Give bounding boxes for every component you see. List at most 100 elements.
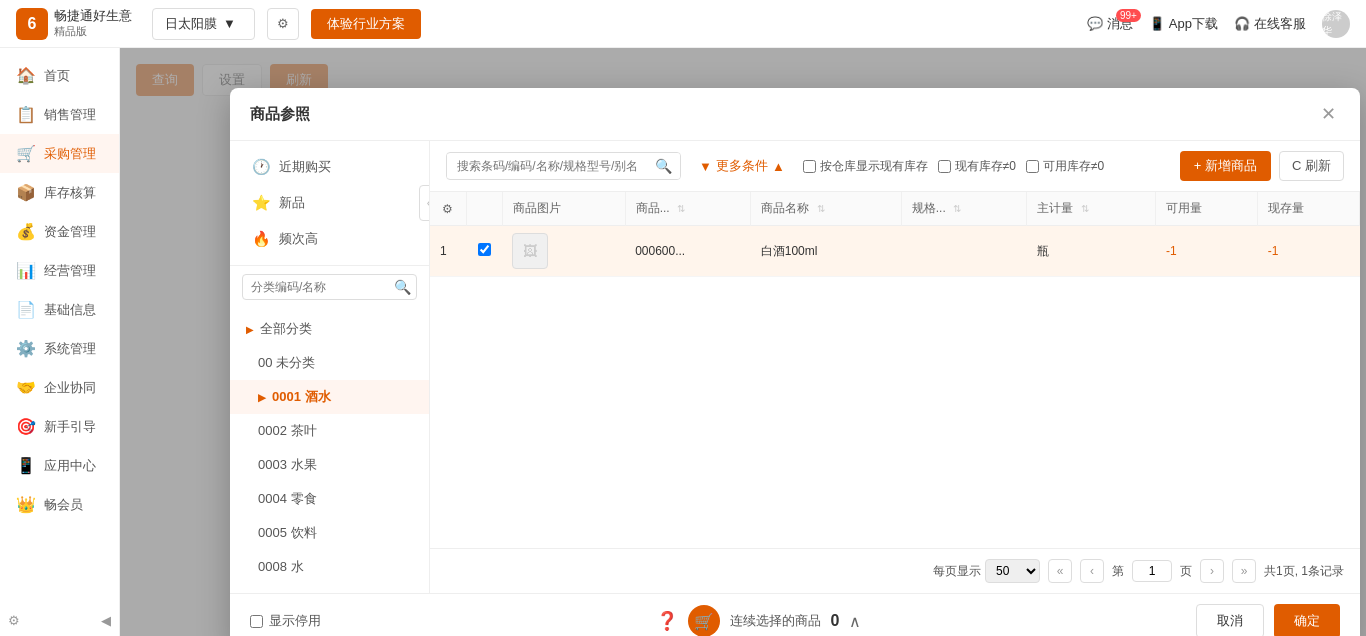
category-list: ▶ 全部分类 00 未分类 ▶ 0001 酒水 0002 茶叶 [230, 308, 429, 593]
category-0008-label: 0008 水 [258, 558, 304, 576]
available-stock-label: 可用库存≠0 [1043, 158, 1104, 175]
col-spec[interactable]: 规格... ⇅ [901, 192, 1027, 226]
high-frequency-tab[interactable]: 🔥 频次高 [242, 223, 417, 255]
category-0004[interactable]: 0004 零食 [230, 482, 429, 516]
col-available[interactable]: 可用量 [1156, 192, 1258, 226]
online-service-nav-item[interactable]: 🎧 在线客服 [1234, 15, 1306, 33]
sidebar-item-finance[interactable]: 💰 资金管理 [0, 212, 119, 251]
row-checkbox-cell[interactable] [466, 226, 502, 277]
category-0008[interactable]: 0008 水 [230, 550, 429, 584]
new-items-label: 新品 [279, 194, 305, 212]
current-stock-checkbox[interactable]: 现有库存≠0 [938, 158, 1016, 175]
add-product-button[interactable]: + 新增商品 [1180, 151, 1271, 181]
sidebar-item-operations[interactable]: 📊 经营管理 [0, 251, 119, 290]
current-stock-input[interactable] [938, 160, 951, 173]
basic-info-icon: 📄 [16, 300, 36, 319]
sidebar-settings-icon[interactable]: ⚙ [8, 613, 20, 628]
sidebar-collapse-icon[interactable]: ◀ [101, 613, 111, 628]
messages-nav-item[interactable]: 💬 消息 99+ [1087, 15, 1133, 33]
warehouse-filter-checkbox[interactable]: 按仓库显示现有库存 [803, 158, 928, 175]
modal-close-button[interactable]: ✕ [1316, 102, 1340, 126]
confirm-button[interactable]: 确定 [1274, 604, 1340, 636]
sidebar-item-inventory[interactable]: 📦 库存核算 [0, 173, 119, 212]
show-disabled-input[interactable] [250, 615, 263, 628]
col-code[interactable]: 商品... ⇅ [625, 192, 751, 226]
row-checkbox[interactable] [478, 243, 491, 256]
col-settings[interactable]: ⚙ [430, 192, 466, 226]
filter-icon: ▼ [699, 159, 712, 174]
next-page-button[interactable]: › [1200, 559, 1224, 583]
table-row[interactable]: 1 🖼 000600... [430, 226, 1360, 277]
warehouse-filter-label: 按仓库显示现有库存 [820, 158, 928, 175]
first-page-button[interactable]: « [1048, 559, 1072, 583]
prev-page-button[interactable]: ‹ [1080, 559, 1104, 583]
sidebar-item-guide[interactable]: 🎯 新手引导 [0, 407, 119, 446]
recent-purchase-label: 近期购买 [279, 158, 331, 176]
show-disabled-checkbox[interactable]: 显示停用 [250, 612, 321, 630]
new-items-tab[interactable]: ⭐ 新品 [242, 187, 417, 219]
category-0002[interactable]: 0002 茶叶 [230, 414, 429, 448]
sidebar-item-basic-info[interactable]: 📄 基础信息 [0, 290, 119, 329]
high-frequency-label: 频次高 [279, 230, 318, 248]
category-all-label: 全部分类 [260, 320, 312, 338]
message-badge: 99+ [1116, 9, 1141, 22]
col-name[interactable]: 商品名称 ⇅ [751, 192, 902, 226]
col-stock[interactable]: 现存量 [1258, 192, 1360, 226]
page-label: 第 [1112, 563, 1124, 580]
sidebar-item-inventory-label: 库存核算 [44, 184, 96, 202]
help-icon[interactable]: ❓ [656, 610, 678, 632]
category-0001[interactable]: ▶ 0001 酒水 [230, 380, 429, 414]
sidebar-item-purchase[interactable]: 🛒 采购管理 [0, 134, 119, 173]
show-disabled-label: 显示停用 [269, 612, 321, 630]
logo-area: 6 畅捷通好生意 精品版 [16, 8, 132, 40]
category-00[interactable]: 00 未分类 [230, 346, 429, 380]
page-number-input[interactable] [1132, 560, 1172, 582]
settings-icon[interactable]: ⚙ [267, 8, 299, 40]
category-search-input[interactable] [242, 274, 417, 300]
product-search-icon[interactable]: 🔍 [647, 153, 680, 179]
sidebar-item-enterprise[interactable]: 🤝 企业协同 [0, 368, 119, 407]
message-icon: 💬 [1087, 16, 1103, 31]
available-stock-input[interactable] [1026, 160, 1039, 173]
trial-button[interactable]: 体验行业方案 [311, 9, 421, 39]
collapse-left-button[interactable]: « [419, 185, 430, 221]
category-all[interactable]: ▶ 全部分类 [230, 312, 429, 346]
category-search-icon[interactable]: 🔍 [394, 279, 411, 295]
sidebar-item-system[interactable]: ⚙️ 系统管理 [0, 329, 119, 368]
sidebar-item-member[interactable]: 👑 畅会员 [0, 485, 119, 524]
col-unit[interactable]: 主计量 ⇅ [1027, 192, 1156, 226]
cancel-button[interactable]: 取消 [1196, 604, 1264, 636]
branch-dropdown[interactable]: 日太阳膜 ▼ [152, 8, 255, 40]
sidebar-item-apps[interactable]: 📱 应用中心 [0, 446, 119, 485]
logo-sub: 精品版 [54, 24, 132, 39]
category-0010[interactable]: 0010 家电 [230, 584, 429, 593]
guide-icon: 🎯 [16, 417, 36, 436]
category-0004-label: 0004 零食 [258, 490, 317, 508]
page-suffix: 页 [1180, 563, 1192, 580]
collapse-up-icon[interactable]: ∧ [849, 612, 861, 631]
sales-icon: 📋 [16, 105, 36, 124]
more-filter-button[interactable]: ▼ 更多条件 ▲ [691, 153, 793, 179]
user-nav-item[interactable]: 徐泽华 [1322, 10, 1350, 38]
star-icon: ⭐ [252, 194, 271, 212]
available-stock-checkbox[interactable]: 可用库存≠0 [1026, 158, 1104, 175]
row-stock: -1 [1258, 226, 1360, 277]
last-page-button[interactable]: » [1232, 559, 1256, 583]
headset-icon: 🎧 [1234, 16, 1250, 31]
system-icon: ⚙️ [16, 339, 36, 358]
recent-purchase-tab[interactable]: 🕐 近期购买 [242, 151, 417, 183]
warehouse-filter-input[interactable] [803, 160, 816, 173]
row-image-cell: 🖼 [502, 226, 625, 277]
sidebar-item-purchase-label: 采购管理 [44, 145, 96, 163]
main-layout: 🏠 首页 📋 销售管理 🛒 采购管理 📦 库存核算 💰 资金管理 📊 经营管理 … [0, 48, 1366, 636]
app-download-nav-item[interactable]: 📱 App下载 [1149, 15, 1218, 33]
per-page-select[interactable]: 50 10 20 100 [985, 559, 1040, 583]
product-search-input[interactable] [447, 154, 647, 178]
inventory-icon: 📦 [16, 183, 36, 202]
refresh-button[interactable]: C 刷新 [1279, 151, 1344, 181]
sidebar-item-sales[interactable]: 📋 销售管理 [0, 95, 119, 134]
category-0003[interactable]: 0003 水果 [230, 448, 429, 482]
cart-button[interactable]: 🛒 [688, 605, 720, 636]
category-0005[interactable]: 0005 饮料 [230, 516, 429, 550]
sidebar-item-home[interactable]: 🏠 首页 [0, 56, 119, 95]
